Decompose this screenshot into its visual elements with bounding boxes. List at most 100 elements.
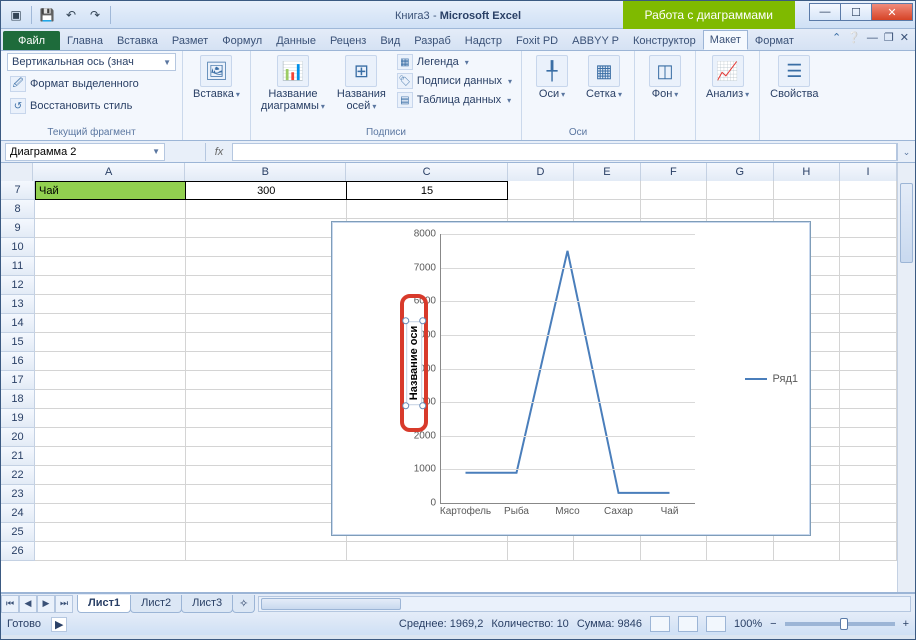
- row-header-15[interactable]: 15: [1, 333, 35, 352]
- cell[interactable]: [840, 390, 897, 409]
- cell[interactable]: [707, 542, 773, 561]
- cell[interactable]: [186, 371, 347, 390]
- row-header-24[interactable]: 24: [1, 504, 35, 523]
- cell[interactable]: [774, 200, 840, 219]
- cell[interactable]: [186, 314, 347, 333]
- cell[interactable]: [186, 238, 347, 257]
- cell[interactable]: [840, 504, 897, 523]
- zoom-in-button[interactable]: +: [903, 618, 909, 630]
- cell[interactable]: [840, 238, 897, 257]
- cell[interactable]: [840, 352, 897, 371]
- row-header-10[interactable]: 10: [1, 238, 35, 257]
- view-page-layout-icon[interactable]: [678, 616, 698, 632]
- col-header-B[interactable]: B: [185, 163, 346, 181]
- gridlines-button[interactable]: ▦Сетка▾: [580, 53, 628, 102]
- cell[interactable]: [508, 200, 574, 219]
- cell[interactable]: [35, 504, 186, 523]
- zoom-slider-knob[interactable]: [840, 618, 848, 630]
- cell[interactable]: [840, 428, 897, 447]
- row-header-18[interactable]: 18: [1, 390, 35, 409]
- tab-file[interactable]: Файл: [3, 31, 60, 50]
- cell[interactable]: [186, 428, 347, 447]
- cell[interactable]: [840, 523, 897, 542]
- select-all-corner[interactable]: [1, 163, 33, 181]
- fx-icon[interactable]: fx: [205, 143, 233, 161]
- cell[interactable]: [35, 200, 186, 219]
- doc-restore-icon[interactable]: ❐: [884, 31, 894, 44]
- cell[interactable]: [186, 295, 347, 314]
- tab-foxit[interactable]: Foxit PD: [509, 31, 565, 50]
- cell[interactable]: [840, 466, 897, 485]
- tab-addins[interactable]: Надстр: [458, 31, 509, 50]
- row-header-22[interactable]: 22: [1, 466, 35, 485]
- row-header-19[interactable]: 19: [1, 409, 35, 428]
- row-header-17[interactable]: 17: [1, 371, 35, 390]
- zoom-out-button[interactable]: −: [770, 618, 776, 630]
- cell[interactable]: [707, 200, 773, 219]
- cell[interactable]: [186, 257, 347, 276]
- data-labels-button[interactable]: 🏷Подписи данных▾: [394, 72, 515, 90]
- vertical-scrollbar[interactable]: [897, 163, 915, 592]
- col-header-E[interactable]: E: [574, 163, 640, 181]
- cell[interactable]: [186, 447, 347, 466]
- minimize-ribbon-icon[interactable]: ⌃: [832, 31, 841, 44]
- cell[interactable]: [840, 409, 897, 428]
- row-header-13[interactable]: 13: [1, 295, 35, 314]
- cell[interactable]: [35, 390, 186, 409]
- name-box[interactable]: Диаграмма 2▼: [5, 143, 165, 161]
- view-normal-icon[interactable]: [650, 616, 670, 632]
- cell[interactable]: [347, 542, 508, 561]
- row-header-20[interactable]: 20: [1, 428, 35, 447]
- row-header-14[interactable]: 14: [1, 314, 35, 333]
- properties-button[interactable]: ☰Свойства: [766, 53, 822, 102]
- redo-icon[interactable]: ↷: [84, 5, 106, 25]
- sheet-tab-2[interactable]: Лист2: [130, 595, 182, 613]
- data-table-button[interactable]: ▤Таблица данных▾: [394, 91, 515, 109]
- cell[interactable]: [774, 181, 840, 200]
- sheet-nav-first-icon[interactable]: ⏮: [1, 595, 19, 613]
- cell[interactable]: [35, 371, 186, 390]
- row-header-9[interactable]: 9: [1, 219, 35, 238]
- cell[interactable]: [574, 181, 640, 200]
- cell[interactable]: [186, 219, 347, 238]
- cell[interactable]: [840, 200, 897, 219]
- cell[interactable]: [35, 352, 186, 371]
- cell[interactable]: [840, 485, 897, 504]
- col-header-H[interactable]: H: [774, 163, 840, 181]
- chart-object[interactable]: 010002000300040005000600070008000Картофе…: [331, 221, 811, 536]
- zoom-slider[interactable]: [785, 622, 895, 626]
- excel-icon[interactable]: ▣: [5, 5, 27, 25]
- analysis-button[interactable]: 📈Анализ▾: [702, 53, 753, 102]
- cell[interactable]: [186, 352, 347, 371]
- cell[interactable]: [35, 219, 186, 238]
- cell[interactable]: [840, 333, 897, 352]
- cell[interactable]: [35, 333, 186, 352]
- cell[interactable]: [186, 485, 347, 504]
- col-header-G[interactable]: G: [707, 163, 773, 181]
- sheet-nav-last-icon[interactable]: ⏭: [55, 595, 73, 613]
- cell[interactable]: [574, 542, 640, 561]
- cell[interactable]: [186, 276, 347, 295]
- cell[interactable]: [774, 542, 840, 561]
- cell[interactable]: [707, 181, 773, 200]
- horizontal-scrollbar[interactable]: [258, 596, 911, 612]
- tab-home[interactable]: Главна: [60, 31, 110, 50]
- zoom-level[interactable]: 100%: [734, 618, 762, 630]
- tab-data[interactable]: Данные: [269, 31, 323, 50]
- cell[interactable]: [186, 466, 347, 485]
- cell[interactable]: [186, 504, 347, 523]
- cell[interactable]: [508, 542, 574, 561]
- maximize-button[interactable]: ☐: [840, 3, 872, 21]
- view-page-break-icon[interactable]: [706, 616, 726, 632]
- new-sheet-button[interactable]: ✧: [232, 595, 255, 613]
- expand-formula-bar-icon[interactable]: ⌄: [897, 143, 915, 161]
- row-header-7[interactable]: 7: [1, 181, 35, 200]
- row-header-8[interactable]: 8: [1, 200, 35, 219]
- row-header-23[interactable]: 23: [1, 485, 35, 504]
- cell[interactable]: [186, 409, 347, 428]
- cell[interactable]: [35, 466, 186, 485]
- tab-format-chart[interactable]: Формат: [748, 31, 801, 50]
- tab-insert[interactable]: Вставка: [110, 31, 165, 50]
- doc-minimize-icon[interactable]: —: [867, 32, 878, 44]
- cell[interactable]: [840, 257, 897, 276]
